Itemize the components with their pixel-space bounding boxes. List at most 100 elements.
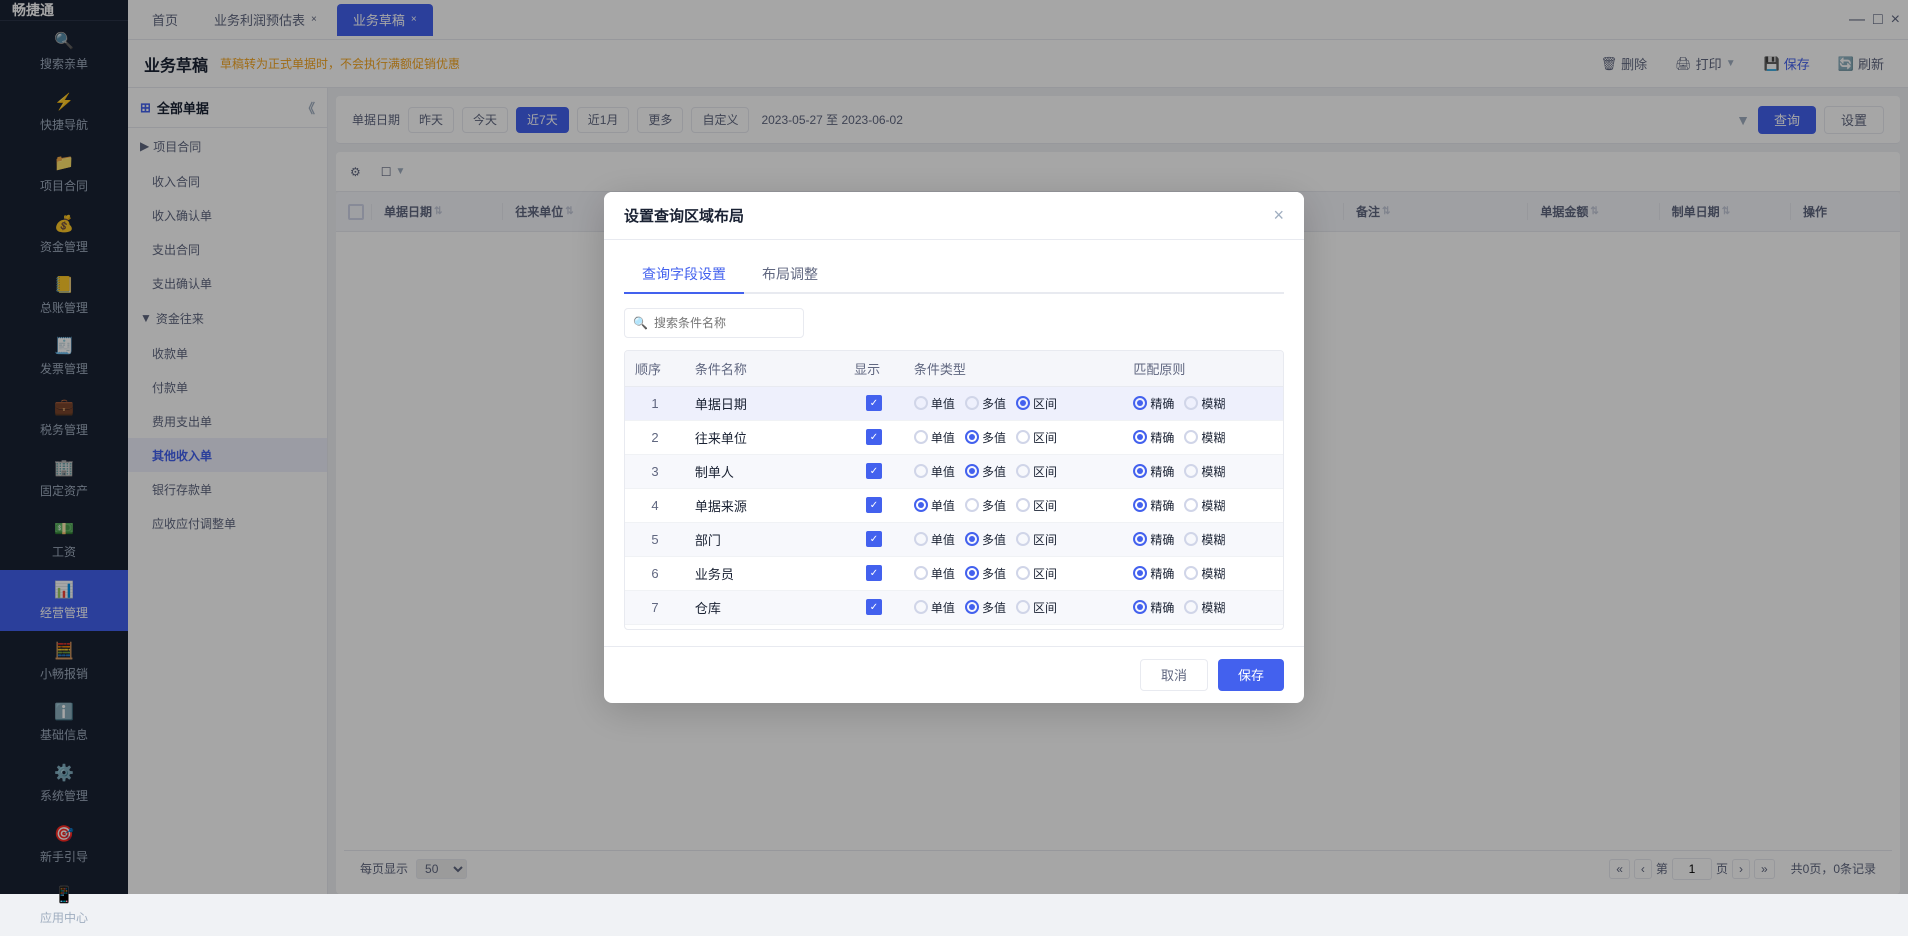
show-checkbox[interactable]: ✓: [866, 463, 882, 479]
td-show[interactable]: ✓: [844, 420, 904, 454]
radio-match-模糊[interactable]: 模糊: [1184, 599, 1225, 616]
search-box: 🔍: [624, 308, 804, 338]
radio-type-区间[interactable]: 区间: [1016, 395, 1057, 412]
show-checkbox[interactable]: ✓: [866, 497, 882, 513]
radio-type-单值[interactable]: 单值: [914, 531, 955, 548]
radio-label: 单值: [931, 463, 955, 480]
td-show[interactable]: ✓: [844, 522, 904, 556]
radio-match-精确[interactable]: 精确: [1133, 395, 1174, 412]
cancel-button[interactable]: 取消: [1140, 659, 1208, 691]
th-type: 条件类型: [904, 351, 1123, 387]
td-type: 单值多值区间: [904, 624, 1123, 630]
radio-match-label: 精确: [1150, 531, 1174, 548]
radio-match-模糊[interactable]: 模糊: [1184, 531, 1225, 548]
modal-close-button[interactable]: ×: [1273, 205, 1284, 226]
td-seq: 1: [625, 386, 685, 420]
radio-type-区间[interactable]: 区间: [1016, 531, 1057, 548]
radio-type-多值[interactable]: 多值: [965, 565, 1006, 582]
radio-match-模糊[interactable]: 模糊: [1184, 565, 1225, 582]
td-show[interactable]: ✓: [844, 386, 904, 420]
td-type: 单值多值区间: [904, 386, 1123, 420]
radio-type-多值[interactable]: 多值: [965, 395, 1006, 412]
radio-match-模糊[interactable]: 模糊: [1184, 463, 1225, 480]
radio-match-label: 模糊: [1201, 599, 1225, 616]
td-name: 业务员: [685, 556, 844, 590]
radio-match-精确[interactable]: 精确: [1133, 463, 1174, 480]
radio-label: 多值: [982, 497, 1006, 514]
td-show[interactable]: ✓: [844, 488, 904, 522]
radio-label: 多值: [982, 565, 1006, 582]
radio-type-多值[interactable]: 多值: [965, 497, 1006, 514]
radio-type-单值[interactable]: 单值: [914, 497, 955, 514]
radio-type-区间[interactable]: 区间: [1016, 429, 1057, 446]
radio-match-精确[interactable]: 精确: [1133, 531, 1174, 548]
radio-type-区间[interactable]: 区间: [1016, 463, 1057, 480]
modal-tab-layout[interactable]: 布局调整: [744, 256, 836, 294]
radio-match-label: 精确: [1150, 497, 1174, 514]
modal-body: 查询字段设置 布局调整 🔍 顺序 条件名称 显示 条件类型: [604, 240, 1304, 646]
td-match: 精确模糊: [1123, 488, 1283, 522]
td-match: 精确模糊: [1123, 624, 1283, 630]
show-checkbox[interactable]: ✓: [866, 599, 882, 615]
radio-match-label: 模糊: [1201, 531, 1225, 548]
td-show[interactable]: ✓: [844, 590, 904, 624]
td-show[interactable]: ✓: [844, 556, 904, 590]
search-input[interactable]: [654, 316, 795, 330]
td-type: 单值多值 区间: [904, 522, 1123, 556]
radio-match-精确[interactable]: 精确: [1133, 429, 1174, 446]
td-match: 精确 模糊: [1123, 522, 1283, 556]
radio-match-label: 模糊: [1201, 395, 1225, 412]
save-modal-button[interactable]: 保存: [1218, 659, 1284, 691]
th-show: 显示: [844, 351, 904, 387]
td-match: 精确模糊: [1123, 556, 1283, 590]
modal-dialog: 设置查询区域布局 × 查询字段设置 布局调整 🔍 顺序 条件名称: [604, 192, 1304, 703]
radio-type-单值[interactable]: 单值: [914, 395, 955, 412]
radio-type-区间[interactable]: 区间: [1016, 599, 1057, 616]
td-show[interactable]: ✓: [844, 454, 904, 488]
th-name: 条件名称: [685, 351, 844, 387]
radio-type-单值[interactable]: 单值: [914, 463, 955, 480]
radio-type-单值[interactable]: 单值: [914, 565, 955, 582]
radio-match-模糊[interactable]: 模糊: [1184, 395, 1225, 412]
td-seq: 4: [625, 488, 685, 522]
radio-match-模糊[interactable]: 模糊: [1184, 497, 1225, 514]
td-seq: 5: [625, 522, 685, 556]
radio-type-区间[interactable]: 区间: [1016, 565, 1057, 582]
radio-label: 多值: [982, 463, 1006, 480]
show-checkbox[interactable]: ✓: [866, 531, 882, 547]
td-name: 仓库: [685, 590, 844, 624]
td-name: 制单人: [685, 454, 844, 488]
modal-tab-fields[interactable]: 查询字段设置: [624, 256, 744, 294]
td-match: 精确 模糊: [1123, 590, 1283, 624]
search-icon-modal: 🔍: [633, 316, 648, 330]
show-checkbox[interactable]: ✓: [866, 395, 882, 411]
radio-match-精确[interactable]: 精确: [1133, 599, 1174, 616]
radio-type-单值[interactable]: 单值: [914, 599, 955, 616]
radio-type-区间[interactable]: 区间: [1016, 497, 1057, 514]
modal-overlay: 设置查询区域布局 × 查询字段设置 布局调整 🔍 顺序 条件名称: [0, 0, 1908, 894]
radio-match-精确[interactable]: 精确: [1133, 497, 1174, 514]
radio-type-多值[interactable]: 多值: [965, 463, 1006, 480]
radio-type-多值[interactable]: 多值: [965, 531, 1006, 548]
radio-match-精确[interactable]: 精确: [1133, 565, 1174, 582]
radio-label: 单值: [931, 599, 955, 616]
radio-label: 区间: [1033, 531, 1057, 548]
td-seq: 8: [625, 624, 685, 630]
show-checkbox[interactable]: ✓: [866, 429, 882, 445]
radio-match-模糊[interactable]: 模糊: [1184, 429, 1225, 446]
th-match: 匹配原则: [1123, 351, 1283, 387]
td-type: 单值多值区间: [904, 590, 1123, 624]
radio-match-label: 模糊: [1201, 429, 1225, 446]
td-name: 部门: [685, 522, 844, 556]
modal-footer: 取消 保存: [604, 646, 1304, 703]
td-seq: 6: [625, 556, 685, 590]
modal-header: 设置查询区域布局 ×: [604, 192, 1304, 240]
td-show[interactable]: ✓: [844, 624, 904, 630]
radio-type-单值[interactable]: 单值: [914, 429, 955, 446]
radio-type-多值[interactable]: 多值: [965, 599, 1006, 616]
modal-table: 顺序 条件名称 显示 条件类型 匹配原则 1单据日期✓单值多值区间精确模糊2往来…: [625, 351, 1283, 630]
td-type: 单值 多值区间: [904, 488, 1123, 522]
radio-type-多值[interactable]: 多值: [965, 429, 1006, 446]
show-checkbox[interactable]: ✓: [866, 565, 882, 581]
modal-title: 设置查询区域布局: [624, 205, 1273, 226]
